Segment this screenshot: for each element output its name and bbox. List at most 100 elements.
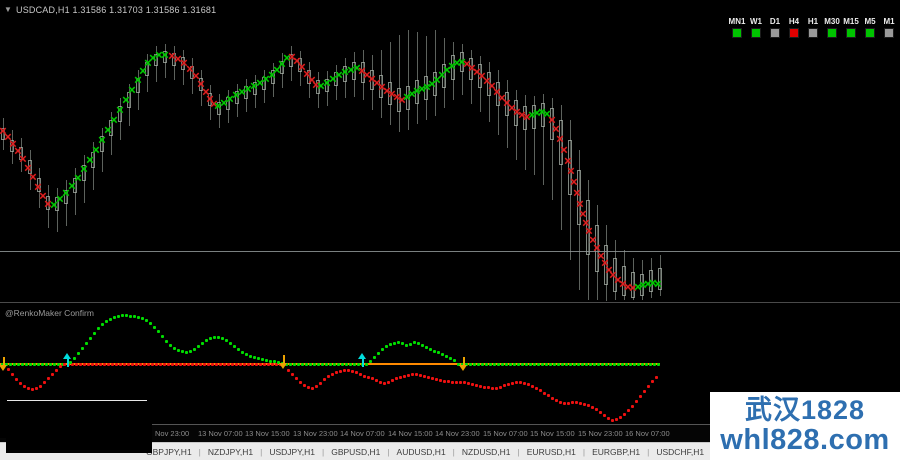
chart-tab-usdjpy[interactable]: USDJPY,H1 xyxy=(262,447,322,457)
green-indicator-dot xyxy=(553,363,556,366)
red-indicator-dot xyxy=(647,385,650,388)
green-indicator-dot xyxy=(121,314,124,317)
timeframe-status-square xyxy=(846,28,856,38)
green-indicator-dot xyxy=(209,337,212,340)
red-indicator-dot xyxy=(375,379,378,382)
timeframe-label: M15 xyxy=(843,17,859,26)
green-indicator-dot xyxy=(581,363,584,366)
green-indicator-dot xyxy=(129,315,132,318)
green-indicator-dot xyxy=(241,351,244,354)
green-indicator-dot xyxy=(473,363,476,366)
timeframe-button-w1[interactable]: W1 xyxy=(747,17,765,39)
red-indicator-dot xyxy=(43,381,46,384)
time-axis-label: 14 Nov 07:00 xyxy=(340,429,385,438)
red-indicator-dot xyxy=(127,363,130,366)
red-indicator-dot xyxy=(535,387,538,390)
green-indicator-dot xyxy=(333,363,336,366)
up-trend-x-marker: ✕ xyxy=(97,135,107,147)
green-indicator-dot xyxy=(533,363,536,366)
timeframe-button-m1[interactable]: M1 xyxy=(880,17,898,39)
time-axis-label: 16 Nov 07:00 xyxy=(625,429,670,438)
green-indicator-dot xyxy=(397,341,400,344)
timeframe-button-panel: MN1 W1 D1 H4 H1 M30 M15 M5 M1 xyxy=(728,17,898,39)
up-trend-x-marker: ✕ xyxy=(121,95,131,107)
red-indicator-dot xyxy=(35,387,38,390)
red-indicator-dot xyxy=(399,376,402,379)
time-axis-label: 14 Nov 23:00 xyxy=(435,429,480,438)
red-indicator-dot xyxy=(515,381,518,384)
chart-tab-eurusd[interactable]: EURUSD,H1 xyxy=(520,447,583,457)
timeframe-button-h4[interactable]: H4 xyxy=(785,17,803,39)
down-trend-x-marker: ✕ xyxy=(572,188,582,200)
red-indicator-dot xyxy=(223,363,226,366)
green-indicator-dot xyxy=(541,363,544,366)
red-indicator-dot xyxy=(463,381,466,384)
red-indicator-dot xyxy=(75,363,78,366)
timeframe-status-square xyxy=(884,28,894,38)
green-indicator-dot xyxy=(557,363,560,366)
timeframe-button-m30[interactable]: M30 xyxy=(823,17,841,39)
chart-tab-eurgbp[interactable]: EURGBP,H1 xyxy=(585,447,647,457)
green-indicator-dot xyxy=(193,348,196,351)
red-indicator-dot xyxy=(491,387,494,390)
redaction-block-edge xyxy=(0,424,6,438)
main-chart-area[interactable]: ▼ USDCAD,H1 1.31586 1.31703 1.31586 1.31… xyxy=(0,0,900,303)
red-indicator-dot xyxy=(203,363,206,366)
green-indicator-dot xyxy=(245,353,248,356)
red-indicator-dot xyxy=(207,363,210,366)
timeframe-label: H4 xyxy=(788,17,800,26)
timeframe-button-m5[interactable]: M5 xyxy=(861,17,879,39)
sell-signal-arrow-icon xyxy=(459,356,468,371)
chart-tab-audusd[interactable]: AUDUSD,H1 xyxy=(390,447,453,457)
sell-signal-arrow-icon xyxy=(0,356,8,371)
green-indicator-dot xyxy=(37,363,40,366)
up-trend-x-marker: ✕ xyxy=(79,164,89,176)
up-trend-x-marker: ✕ xyxy=(127,85,137,97)
red-indicator-dot xyxy=(211,363,214,366)
green-indicator-dot xyxy=(469,363,472,366)
green-indicator-dot xyxy=(517,363,520,366)
green-indicator-dot xyxy=(521,363,524,366)
green-indicator-dot xyxy=(649,363,652,366)
green-indicator-dot xyxy=(101,323,104,326)
green-indicator-dot xyxy=(609,363,612,366)
green-indicator-dot xyxy=(633,363,636,366)
time-axis-label: Nov 23:00 xyxy=(155,429,190,438)
watermark: 武汉1828 whl828.com xyxy=(710,392,900,460)
red-indicator-dot xyxy=(323,378,326,381)
timeframe-button-m15[interactable]: M15 xyxy=(842,17,860,39)
timeframe-button-d1[interactable]: D1 xyxy=(766,17,784,39)
green-indicator-dot xyxy=(73,357,76,360)
chart-tab-gbpusd[interactable]: GBPUSD,H1 xyxy=(324,447,387,457)
timeframe-button-h1[interactable]: H1 xyxy=(804,17,822,39)
chart-tab-nzdusd[interactable]: NZDUSD,H1 xyxy=(455,447,518,457)
green-indicator-dot xyxy=(645,363,648,366)
up-trend-x-marker: ✕ xyxy=(653,279,663,291)
timeframe-button-mn1[interactable]: MN1 xyxy=(728,17,746,39)
green-indicator-dot xyxy=(373,356,376,359)
red-indicator-dot xyxy=(471,383,474,386)
red-indicator-dot xyxy=(595,408,598,411)
red-indicator-dot xyxy=(391,379,394,382)
up-trend-x-marker: ✕ xyxy=(133,75,143,87)
red-indicator-dot xyxy=(611,419,614,422)
red-indicator-dot xyxy=(419,374,422,377)
chart-tab-usdchf[interactable]: USDCHF,H1 xyxy=(649,447,711,457)
red-indicator-dot xyxy=(455,381,458,384)
green-indicator-dot xyxy=(145,319,148,322)
green-indicator-dot xyxy=(137,316,140,319)
green-indicator-dot xyxy=(313,363,316,366)
red-indicator-dot xyxy=(307,386,310,389)
green-indicator-dot xyxy=(273,360,276,363)
red-indicator-dot xyxy=(571,401,574,404)
green-indicator-dot xyxy=(25,363,28,366)
green-indicator-dot xyxy=(157,330,160,333)
red-indicator-dot xyxy=(415,373,418,376)
red-indicator-dot xyxy=(251,363,254,366)
green-indicator-dot xyxy=(181,350,184,353)
red-indicator-dot xyxy=(591,406,594,409)
green-indicator-dot xyxy=(413,341,416,344)
red-indicator-dot xyxy=(579,402,582,405)
chart-tab-nzdjpy[interactable]: NZDJPY,H1 xyxy=(201,447,260,457)
red-indicator-dot xyxy=(587,404,590,407)
